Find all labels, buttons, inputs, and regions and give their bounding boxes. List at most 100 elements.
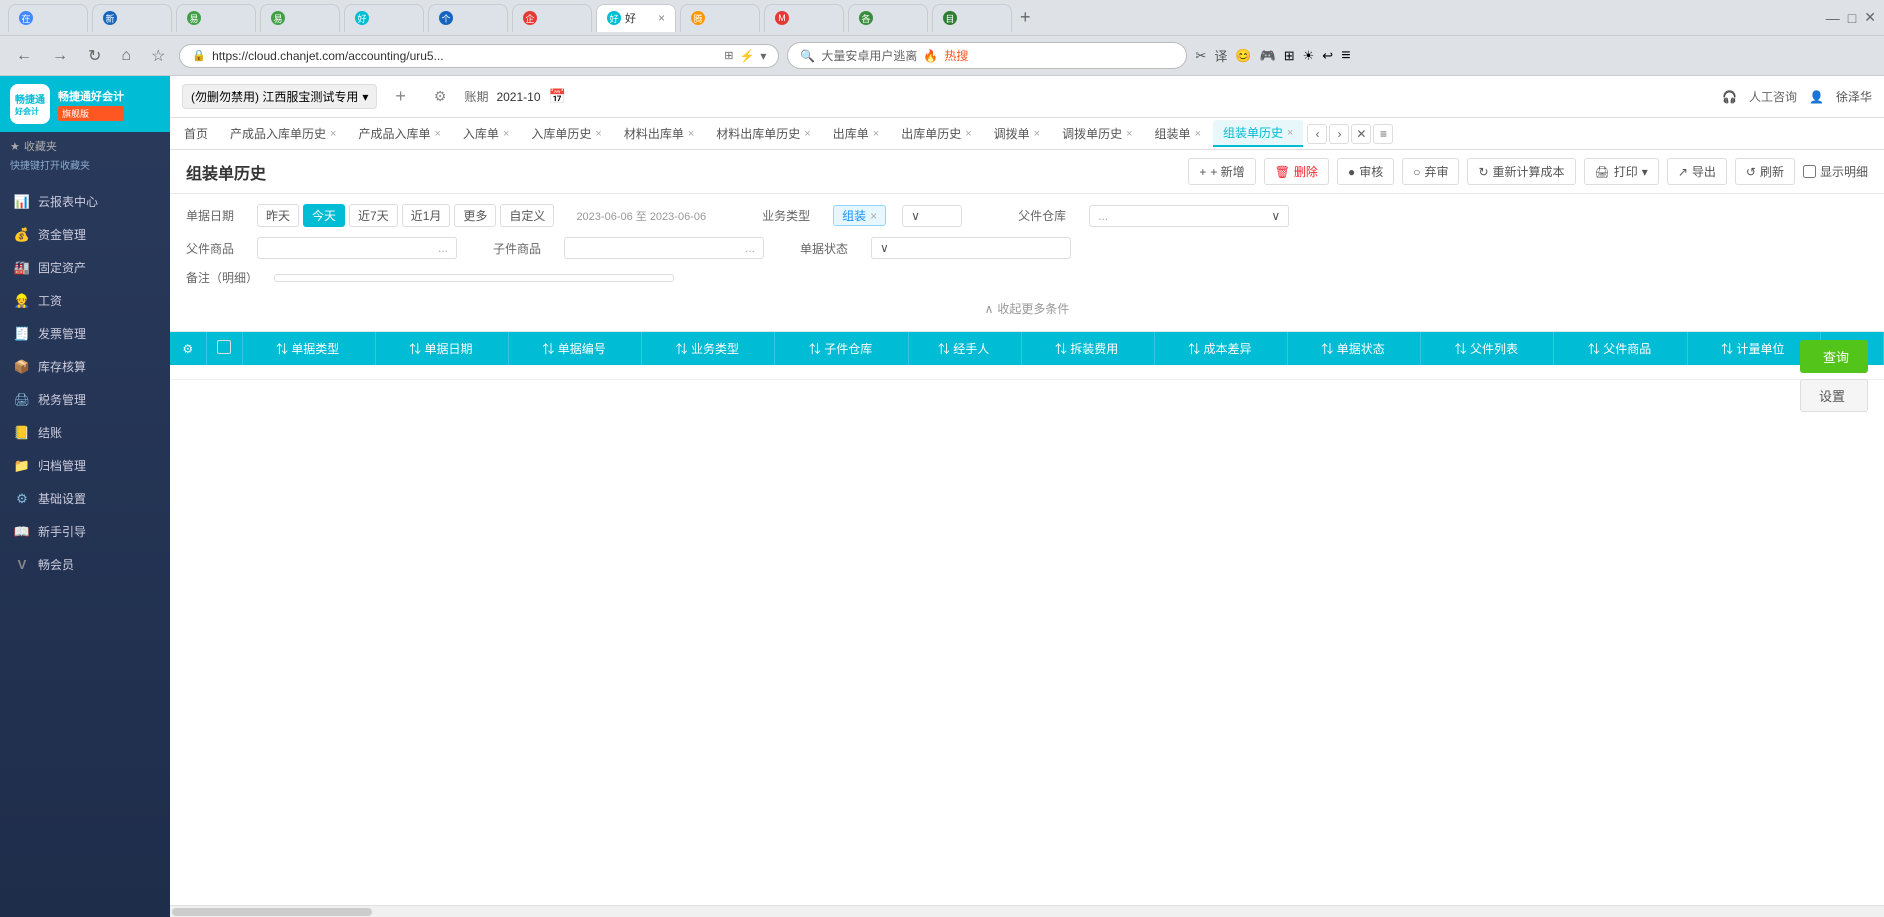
date-7days-btn[interactable]: 近7天 (349, 204, 398, 227)
col-cost-diff[interactable]: ⇅ 成本差异 (1154, 332, 1287, 365)
header-checkbox[interactable] (217, 340, 231, 354)
col-bill-status[interactable]: ⇅ 单据状态 (1287, 332, 1420, 365)
sidebar-item-invoice[interactable]: 🧾 发票管理 (0, 317, 170, 350)
scrollbar-thumb[interactable] (172, 908, 372, 916)
tab-material-out-history-close[interactable]: × (804, 128, 810, 140)
show-detail-checkbox-label[interactable]: 显示明细 (1803, 163, 1868, 180)
tab-stock-in[interactable]: 入库单 × (453, 121, 519, 146)
tab-finished-goods-close[interactable]: × (434, 128, 440, 140)
tab-scroll-right[interactable]: › (1329, 124, 1349, 144)
date-custom-btn[interactable]: 自定义 (500, 204, 554, 227)
browser-tab-9[interactable]: 腾 (680, 4, 760, 32)
tab-scroll-left[interactable]: ‹ (1307, 124, 1327, 144)
browser-tab-8[interactable]: 好 好 × (596, 4, 676, 32)
col-child-warehouse[interactable]: ⇅ 子件仓库 (775, 332, 908, 365)
tab-more[interactable]: ≡ (1373, 124, 1393, 144)
translate-icon[interactable]: 译 (1214, 46, 1227, 65)
parent-goods-input[interactable]: ... (257, 237, 457, 259)
emoji-icon[interactable]: 😊 (1235, 48, 1251, 64)
browser-tab-12[interactable]: 目 (932, 4, 1012, 32)
business-type-tag-remove[interactable]: × (870, 209, 877, 223)
url-dropdown-icon[interactable]: ⊞ (724, 49, 733, 62)
col-bill-type[interactable]: ⇅ 单据类型 (242, 332, 375, 365)
bookmark-button[interactable]: ☆ (145, 44, 171, 68)
sidebar-item-payroll[interactable]: 👷 工资 (0, 284, 170, 317)
browser-tab-11[interactable]: 各 (848, 4, 928, 32)
col-parent-list[interactable]: ⇅ 父件列表 (1421, 332, 1554, 365)
parent-warehouse-more[interactable]: ... (1098, 209, 1108, 223)
sidebar-item-archive[interactable]: 📁 归档管理 (0, 449, 170, 482)
calendar-icon[interactable]: 📅 (549, 88, 566, 105)
col-handler[interactable]: ⇅ 经手人 (908, 332, 1021, 365)
tab-transfer-close[interactable]: × (1034, 128, 1040, 140)
col-settings[interactable]: ⚙ (170, 332, 206, 365)
browser-tab-5[interactable]: 好 (344, 4, 424, 32)
date-1month-btn[interactable]: 近1月 (402, 204, 451, 227)
new-tab-button[interactable]: + (1016, 7, 1035, 28)
sidebar-item-guide[interactable]: 📖 新手引导 (0, 515, 170, 548)
username[interactable]: 徐泽华 (1836, 88, 1872, 105)
business-type-dropdown[interactable]: ∨ (902, 205, 962, 227)
back-button[interactable]: ← (10, 45, 38, 67)
col-disassembly-fee[interactable]: ⇅ 拆装费用 (1021, 332, 1154, 365)
tab-material-out-close[interactable]: × (688, 128, 694, 140)
tab-transfer-history[interactable]: 调拨单历史 × (1052, 121, 1142, 146)
col-bill-date[interactable]: ⇅ 单据日期 (375, 332, 508, 365)
browser-tab-3[interactable]: 易 (176, 4, 256, 32)
col-bill-no[interactable]: ⇅ 单据编号 (508, 332, 641, 365)
tab-stock-out-history[interactable]: 出库单历史 × (891, 121, 981, 146)
tab-stock-out[interactable]: 出库单 × (823, 121, 889, 146)
tab-finished-goods-history-close[interactable]: × (330, 128, 336, 140)
maximize-btn[interactable]: □ (1848, 10, 1856, 26)
browser-tab-4[interactable]: 易 (260, 4, 340, 32)
tab-assembly-close[interactable]: × (1195, 128, 1201, 140)
bill-status-dropdown[interactable]: ∨ (871, 237, 1071, 259)
col-parent-goods[interactable]: ⇅ 父件商品 (1554, 332, 1687, 365)
tab-close-all[interactable]: ✕ (1351, 124, 1371, 144)
audit-button[interactable]: ● 审核 (1337, 158, 1394, 185)
tab-home[interactable]: 首页 (174, 121, 218, 146)
brightness-icon[interactable]: ☀ (1303, 48, 1315, 64)
company-settings-btn[interactable]: ⚙ (424, 84, 457, 109)
browser-tab-2[interactable]: 新 (92, 4, 172, 32)
grid-icon[interactable]: ⊞ (1284, 48, 1295, 64)
cut-icon[interactable]: ✂ (1195, 48, 1206, 64)
sidebar-item-settlement[interactable]: 📒 结账 (0, 416, 170, 449)
show-detail-checkbox[interactable] (1803, 165, 1816, 178)
sidebar-item-funds[interactable]: 💰 资金管理 (0, 218, 170, 251)
col-business-type[interactable]: ⇅ 业务类型 (642, 332, 775, 365)
abandon-button[interactable]: ○ 弃审 (1402, 158, 1459, 185)
query-button[interactable]: 查询 (1800, 340, 1868, 373)
tab-assembly[interactable]: 组装单 × (1145, 121, 1211, 146)
url-arrow-icon[interactable]: ▾ (760, 49, 766, 63)
menu-icon[interactable]: ≡ (1341, 47, 1350, 65)
sidebar-item-tax[interactable]: 🖨 税务管理 (0, 383, 170, 416)
tab-transfer-history-close[interactable]: × (1126, 128, 1132, 140)
parent-goods-more-btn[interactable]: ... (438, 241, 448, 255)
browser-tab-7[interactable]: 企 (512, 4, 592, 32)
sidebar-item-settings[interactable]: ⚙ 基础设置 (0, 482, 170, 515)
child-goods-more-btn[interactable]: ... (745, 241, 755, 255)
print-button[interactable]: 🖨 打印 ▾ (1584, 158, 1659, 185)
tab-stock-out-close[interactable]: × (873, 128, 879, 140)
tab-finished-goods[interactable]: 产成品入库单 × (348, 121, 450, 146)
search-bar[interactable]: 🔍 大量安卓用户逃离 🔥 热搜 (787, 42, 1187, 69)
tab-stock-out-history-close[interactable]: × (965, 128, 971, 140)
sidebar-item-member[interactable]: V 畅会员 (0, 548, 170, 581)
tab-stock-in-history-close[interactable]: × (595, 128, 601, 140)
tab-transfer[interactable]: 调拨单 × (984, 121, 1050, 146)
close-btn[interactable]: ✕ (1864, 9, 1876, 26)
filter-settings-button[interactable]: 设置 (1800, 379, 1868, 412)
delete-button[interactable]: 🗑 删除 (1264, 158, 1329, 185)
recalculate-button[interactable]: ↻ 重新计算成本 (1467, 158, 1575, 185)
undo-icon[interactable]: ↩ (1322, 48, 1333, 64)
minimize-btn[interactable]: — (1826, 10, 1840, 26)
game-icon[interactable]: 🎮 (1260, 48, 1276, 64)
add-company-btn[interactable]: + (385, 82, 416, 111)
horizontal-scrollbar[interactable] (170, 905, 1884, 917)
company-selector[interactable]: (勿删勿禁用) 江西服宝测试专用 ▾ (182, 84, 377, 109)
add-button[interactable]: + + 新增 (1188, 158, 1255, 185)
sidebar-item-reports[interactable]: 📊 云报表中心 (0, 185, 170, 218)
tab-assembly-history[interactable]: 组装单历史 × (1213, 120, 1303, 147)
tab-material-out-history[interactable]: 材料出库单历史 × (706, 121, 820, 146)
